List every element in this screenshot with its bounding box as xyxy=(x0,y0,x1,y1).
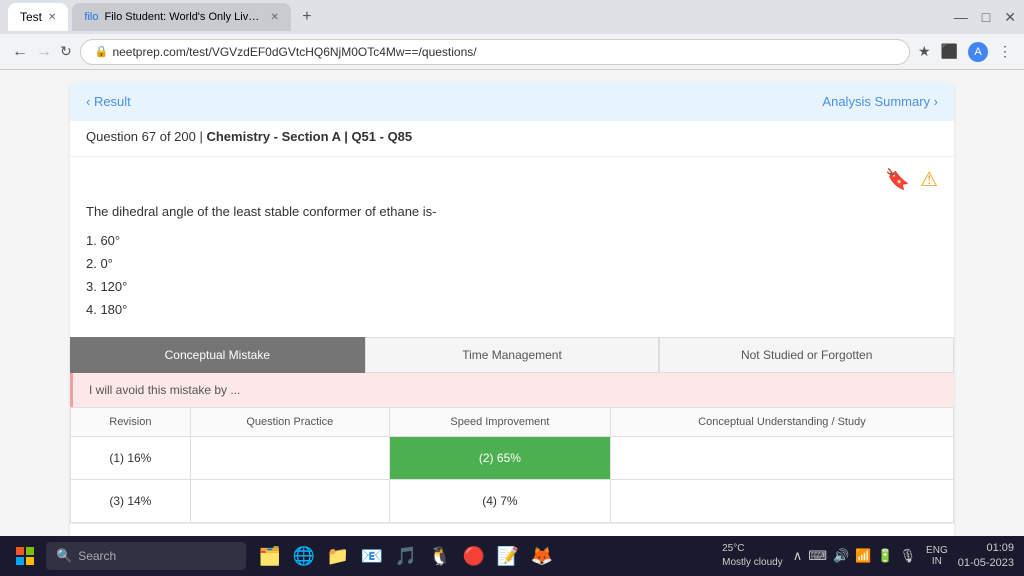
bookmark-star-icon[interactable]: ★ xyxy=(918,43,931,60)
language-indicator: ENG IN xyxy=(926,545,948,567)
date-display: 01-05-2023 xyxy=(958,556,1014,571)
mistake-banner: I will avoid this mistake by ... xyxy=(70,373,954,407)
table-row: (1) 16% (2) 65% xyxy=(71,437,954,480)
lang-name: ENG xyxy=(926,545,948,556)
taskbar-app-5[interactable]: 🎵 xyxy=(392,542,420,570)
window-minimize[interactable]: — xyxy=(954,9,968,25)
speaker-icon[interactable]: 🔊 xyxy=(833,548,849,564)
taskbar-system-tray: 25°C Mostly cloudy ∧ ⌨ 🔊 📶 🔋 🎙 ENG IN 01… xyxy=(722,541,1014,572)
address-bar-url[interactable]: 🔒 neetprep.com/test/VGVzdEF0dGVtcHQ6NjM0… xyxy=(80,39,910,65)
search-icon: 🔍 xyxy=(56,548,72,564)
window-close[interactable]: ✕ xyxy=(1004,9,1016,26)
window-maximize[interactable]: □ xyxy=(982,9,990,25)
option-3: 3. 120° xyxy=(86,279,938,294)
refresh-button[interactable]: ↻ xyxy=(60,43,72,60)
weather-condition: Mostly cloudy xyxy=(722,556,783,570)
tab-label: Test xyxy=(20,10,42,24)
cell-qp-2 xyxy=(190,480,389,523)
tab-close-filo[interactable]: ✕ xyxy=(270,12,278,23)
analysis-summary-link[interactable]: Analysis Summary › xyxy=(822,94,938,109)
lock-icon: 🔒 xyxy=(95,45,109,58)
taskbar-app-3[interactable]: 📁 xyxy=(324,542,352,570)
cell-revision-1: (1) 16% xyxy=(71,437,191,480)
tab-test[interactable]: Test ✕ xyxy=(8,3,68,31)
options-list: 1. 60° 2. 0° 3. 120° 4. 180° xyxy=(86,233,938,317)
question-info: Question 67 of 200 | Question 67 of 200 … xyxy=(86,129,412,144)
extensions-icon[interactable]: ⬛ xyxy=(941,43,958,60)
temperature: 25°C xyxy=(722,542,783,556)
clock: 01:09 01-05-2023 xyxy=(958,541,1014,572)
lang-region: IN xyxy=(932,556,942,567)
bookmark-icon[interactable]: 🔖 xyxy=(885,167,910,192)
col-revision: Revision xyxy=(71,408,191,437)
col-speed-improvement: Speed Improvement xyxy=(389,408,610,437)
category-tabs: Conceptual Mistake Time Management Not S… xyxy=(70,337,954,373)
tab-conceptual-mistake[interactable]: Conceptual Mistake xyxy=(70,337,365,373)
cell-qp-1 xyxy=(190,437,389,480)
option-1: 1. 60° xyxy=(86,233,938,248)
tab-not-studied[interactable]: Not Studied or Forgotten xyxy=(659,337,954,373)
tab-filo[interactable]: filo Filo Student: World's Only Live I..… xyxy=(72,3,290,31)
new-tab-button[interactable]: + xyxy=(295,5,319,29)
taskbar-app-4[interactable]: 📧 xyxy=(358,542,386,570)
col-question-practice: Question Practice xyxy=(190,408,389,437)
taskbar-search[interactable]: 🔍 Search xyxy=(46,542,246,570)
taskbar-app-7[interactable]: 🔴 xyxy=(460,542,488,570)
improvement-table: Revision Question Practice Speed Improve… xyxy=(70,407,954,523)
taskbar-app-6[interactable]: 🐧 xyxy=(426,542,454,570)
tab-time-management[interactable]: Time Management xyxy=(365,337,660,373)
tab-close-test[interactable]: ✕ xyxy=(48,12,56,23)
option-2: 2. 0° xyxy=(86,256,938,271)
taskbar: 🔍 Search 🗂️ 🌐 📁 📧 🎵 🐧 🔴 📝 🦊 25°C Mostly … xyxy=(0,536,1024,576)
url-text: neetprep.com/test/VGVzdEF0dGVtcHQ6NjM0OT… xyxy=(112,45,476,59)
taskbar-pinned-apps: 🗂️ 🌐 📁 📧 🎵 🐧 🔴 📝 🦊 xyxy=(256,542,556,570)
table-row: (3) 14% (4) 7% xyxy=(71,480,954,523)
profile-icon[interactable]: A xyxy=(968,42,988,62)
cell-revision-2: (3) 14% xyxy=(71,480,191,523)
cell-speed-1: (2) 65% xyxy=(389,437,610,480)
time-display: 01:09 xyxy=(958,541,1014,556)
tab-label-filo: Filo Student: World's Only Live I... xyxy=(104,11,264,23)
forward-button[interactable]: → xyxy=(36,43,52,61)
keyboard-icon[interactable]: ⌨ xyxy=(808,548,827,564)
taskbar-app-1[interactable]: 🗂️ xyxy=(256,542,284,570)
menu-icon[interactable]: ⋮ xyxy=(998,43,1012,60)
mic-icon[interactable]: 🎙 xyxy=(900,548,917,564)
battery-icon[interactable]: 🔋 xyxy=(877,548,893,564)
up-arrow-icon[interactable]: ∧ xyxy=(793,548,803,564)
search-label: Search xyxy=(78,549,116,563)
start-button[interactable] xyxy=(10,541,40,571)
col-conceptual: Conceptual Understanding / Study xyxy=(610,408,953,437)
taskbar-app-9[interactable]: 🦊 xyxy=(528,542,556,570)
filo-icon: filo xyxy=(84,11,98,23)
system-icons: ∧ ⌨ 🔊 📶 🔋 🎙 xyxy=(793,548,916,564)
cell-conceptual-2 xyxy=(610,480,953,523)
question-header: Question 67 of 200 | Question 67 of 200 … xyxy=(70,121,954,157)
back-to-result-link[interactable]: ‹ Result xyxy=(86,94,131,109)
taskbar-app-2[interactable]: 🌐 xyxy=(290,542,318,570)
cell-speed-2: (4) 7% xyxy=(389,480,610,523)
network-icon[interactable]: 📶 xyxy=(855,548,871,564)
back-button[interactable]: ← xyxy=(12,43,28,61)
cell-conceptual-1 xyxy=(610,437,953,480)
taskbar-app-8[interactable]: 📝 xyxy=(494,542,522,570)
option-4: 4. 180° xyxy=(86,302,938,317)
weather-widget: 25°C Mostly cloudy xyxy=(722,542,783,570)
warning-icon[interactable]: ⚠ xyxy=(920,167,938,192)
question-text: The dihedral angle of the least stable c… xyxy=(86,204,938,219)
